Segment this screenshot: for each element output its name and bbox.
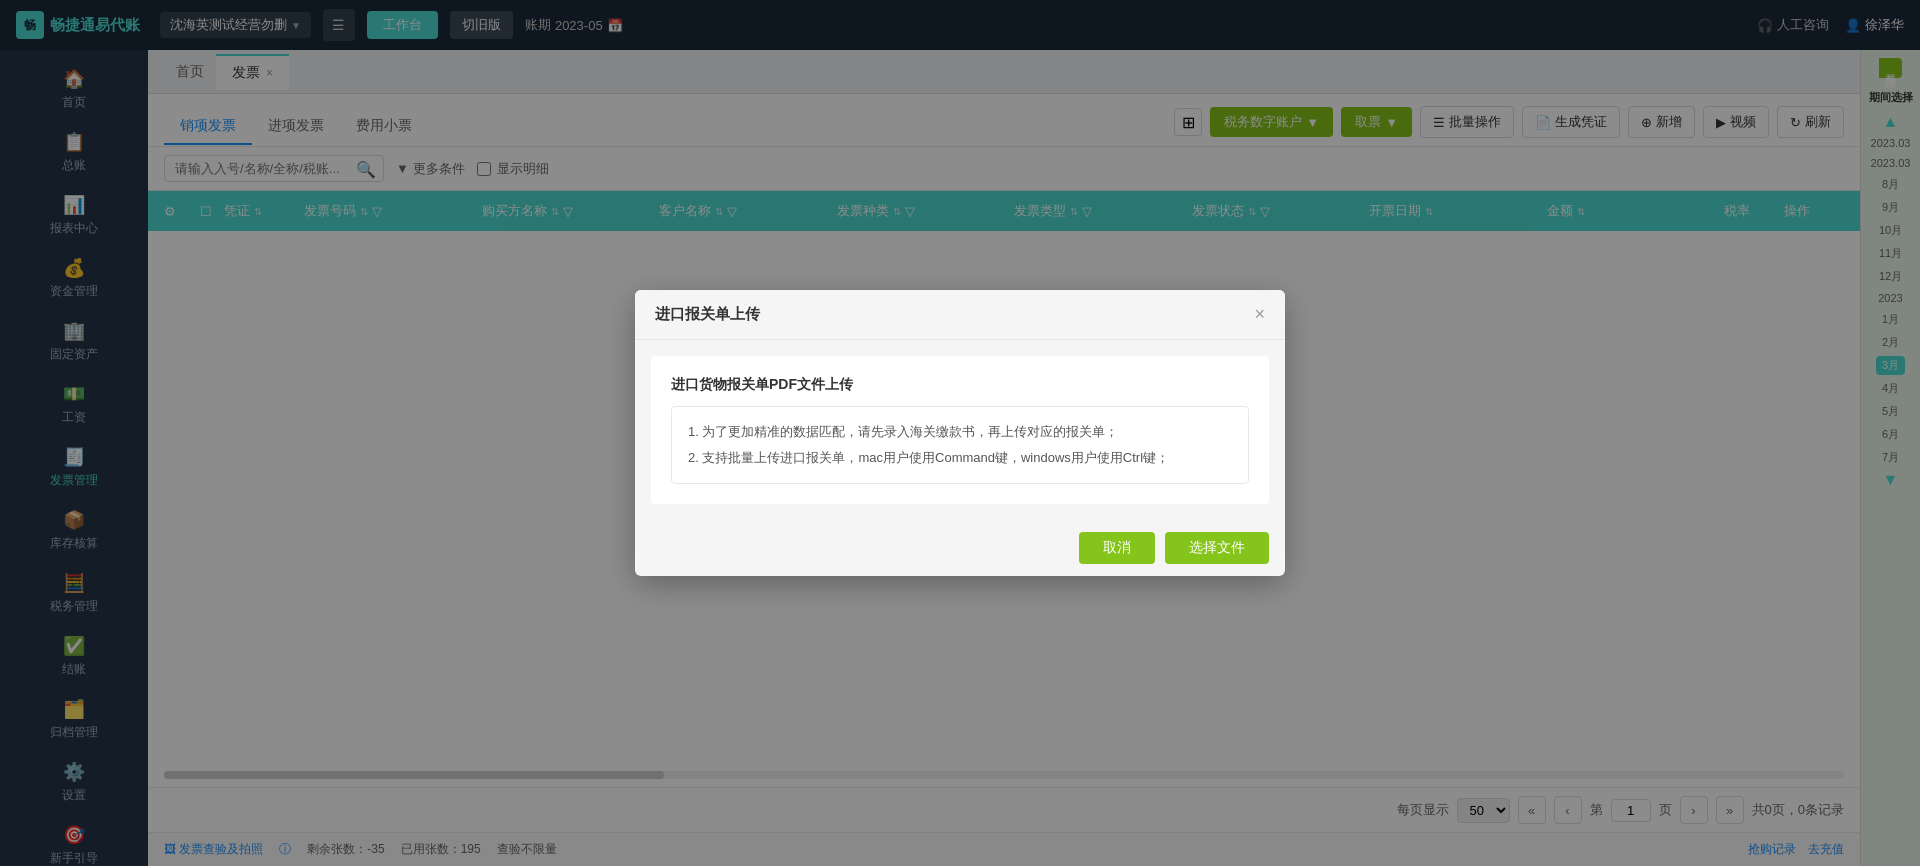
modal-info-line-2: 2. 支持批量上传进口报关单，mac用户使用Command键，windows用户… [688,445,1232,471]
modal-info-line-1: 1. 为了更加精准的数据匹配，请先录入海关缴款书，再上传对应的报关单； [688,419,1232,445]
modal-info-box: 1. 为了更加精准的数据匹配，请先录入海关缴款书，再上传对应的报关单； 2. 支… [671,406,1249,484]
modal-title: 进口报关单上传 [655,305,760,324]
modal-header: 进口报关单上传 × [635,290,1285,340]
modal-overlay: 进口报关单上传 × 进口货物报关单PDF文件上传 1. 为了更加精准的数据匹配，… [0,0,1920,866]
modal-select-file-btn[interactable]: 选择文件 [1165,532,1269,564]
modal-close-icon[interactable]: × [1254,304,1265,325]
modal-section-title: 进口货物报关单PDF文件上传 [671,376,1249,394]
modal-body: 进口货物报关单PDF文件上传 1. 为了更加精准的数据匹配，请先录入海关缴款书，… [651,356,1269,504]
modal-cancel-btn[interactable]: 取消 [1079,532,1155,564]
modal-footer: 取消 选择文件 [635,520,1285,576]
modal-import-customs: 进口报关单上传 × 进口货物报关单PDF文件上传 1. 为了更加精准的数据匹配，… [635,290,1285,576]
